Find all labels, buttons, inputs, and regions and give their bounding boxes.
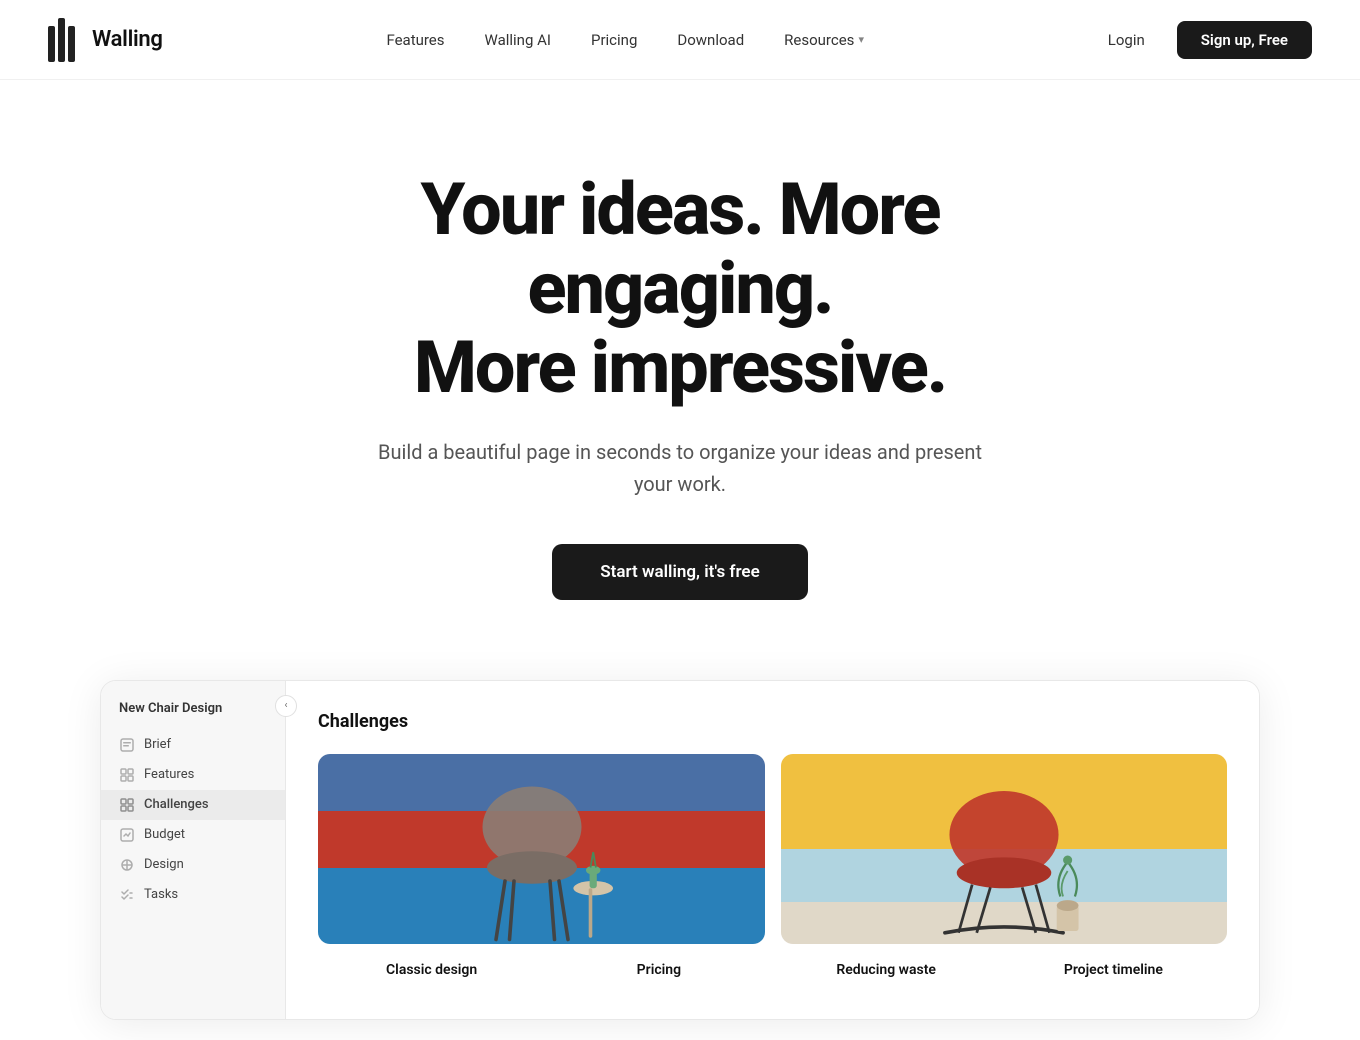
signup-button[interactable]: Sign up, Free	[1177, 21, 1312, 59]
challenges-icon	[119, 797, 135, 813]
sidebar-collapse-button[interactable]: ‹	[275, 695, 297, 717]
chair-illustration-2	[904, 771, 1104, 944]
nav-right: Login Sign up, Free	[1088, 21, 1312, 59]
hero-subtitle: Build a beautiful page in seconds to org…	[360, 436, 1000, 500]
sidebar-item-challenges[interactable]: Challenges	[101, 790, 285, 820]
login-button[interactable]: Login	[1088, 23, 1165, 57]
budget-icon	[119, 827, 135, 843]
demo-app: ‹ New Chair Design Brief Features	[100, 680, 1260, 1020]
label-reducing-waste: Reducing waste	[773, 962, 1000, 978]
nav-links: Features Walling AI Pricing Download Res…	[370, 23, 880, 57]
sidebar-item-brief[interactable]: Brief	[101, 730, 285, 760]
sidebar-item-design[interactable]: Design	[101, 850, 285, 880]
sidebar-item-budget[interactable]: Budget	[101, 820, 285, 850]
bottom-labels: Classic design Pricing Reducing waste Pr…	[318, 962, 1227, 978]
sidebar-project-title: New Chair Design	[101, 701, 285, 730]
cta-button[interactable]: Start walling, it's free	[552, 544, 807, 600]
nav-download[interactable]: Download	[661, 23, 760, 57]
nav-features[interactable]: Features	[370, 23, 460, 57]
chair-illustration-1	[451, 773, 631, 944]
demo-content-title: Challenges	[318, 711, 1227, 732]
tasks-icon	[119, 887, 135, 903]
navbar: Walling Features Walling AI Pricing Down…	[0, 0, 1360, 80]
logo-icon	[48, 18, 82, 62]
nav-pricing[interactable]: Pricing	[575, 23, 653, 57]
demo-cards-grid	[318, 754, 1227, 944]
logo-text: Walling	[92, 27, 163, 52]
label-pricing: Pricing	[545, 962, 772, 978]
sidebar-item-features[interactable]: Features	[101, 760, 285, 790]
label-classic-design: Classic design	[318, 962, 545, 978]
label-project-timeline: Project timeline	[1000, 962, 1227, 978]
demo-card-2[interactable]	[781, 754, 1228, 944]
demo-main-content: Challenges	[286, 681, 1259, 1019]
nav-resources[interactable]: Resources ▾	[768, 23, 880, 57]
hero-title: Your ideas. More engaging. More impressi…	[270, 170, 1090, 408]
nav-walling-ai[interactable]: Walling AI	[469, 23, 567, 57]
chevron-down-icon: ▾	[858, 33, 864, 46]
brief-icon	[119, 737, 135, 753]
features-icon	[119, 767, 135, 783]
logo[interactable]: Walling	[48, 18, 163, 62]
demo-sidebar: ‹ New Chair Design Brief Features	[101, 681, 286, 1019]
hero-section: Your ideas. More engaging. More impressi…	[0, 80, 1360, 660]
sidebar-item-tasks[interactable]: Tasks	[101, 880, 285, 910]
demo-card-1[interactable]	[318, 754, 765, 944]
